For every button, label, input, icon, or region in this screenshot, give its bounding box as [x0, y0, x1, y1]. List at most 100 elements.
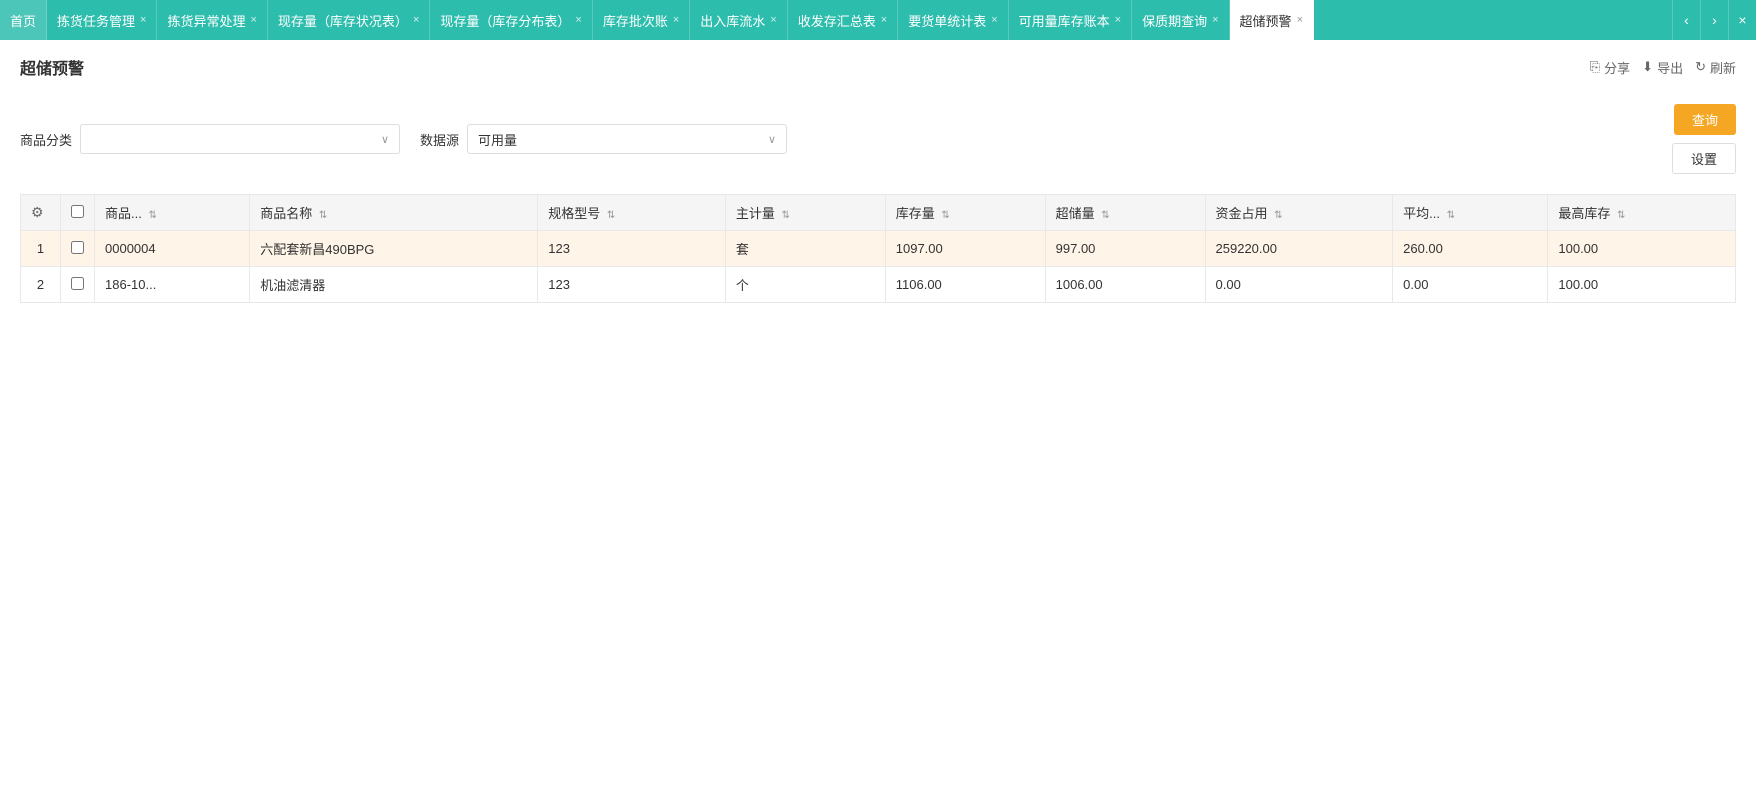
header-product-name[interactable]: 商品名称 ⇅: [250, 195, 538, 231]
avg-value: 0.00: [1393, 267, 1548, 303]
product-code: 0000004: [95, 231, 250, 267]
gear-icon: ⚙: [31, 204, 44, 220]
capital-usage: 259220.00: [1205, 231, 1393, 267]
datasource-select[interactable]: 可用量 ∨: [467, 124, 787, 154]
table-row: 1 0000004 六配套新昌490BPG 123 套 1097.00 997.…: [21, 231, 1736, 267]
nav-stock-dist[interactable]: 现存量（库存分布表） ×: [430, 0, 592, 40]
row-checkbox[interactable]: [71, 277, 84, 290]
stock-qty: 1097.00: [885, 231, 1045, 267]
row-checkbox[interactable]: [71, 241, 84, 254]
nav-available-stock[interactable]: 可用量库存账本 ×: [1009, 0, 1132, 40]
nav-arrows: ‹ › ×: [1672, 0, 1756, 40]
close-icon[interactable]: ×: [413, 14, 419, 26]
close-icon[interactable]: ×: [991, 14, 997, 26]
max-stock: 100.00: [1548, 231, 1736, 267]
capital-usage: 0.00: [1205, 267, 1393, 303]
sort-icon: ⇅: [1447, 210, 1455, 221]
nav-stock-status[interactable]: 现存量（库存状况表） ×: [268, 0, 430, 40]
nav-pick-exception[interactable]: 拣货异常处理 ×: [157, 0, 267, 40]
data-table: ⚙ 商品... ⇅ 商品名称 ⇅ 规格型号 ⇅ 主计量: [20, 194, 1736, 303]
close-icon[interactable]: ×: [250, 14, 256, 26]
table-header-row: ⚙ 商品... ⇅ 商品名称 ⇅ 规格型号 ⇅ 主计量: [21, 195, 1736, 231]
product-unit: 个: [725, 267, 885, 303]
close-icon[interactable]: ×: [1297, 14, 1303, 26]
query-button[interactable]: 查询: [1674, 104, 1736, 135]
category-select[interactable]: ∨: [80, 124, 400, 154]
sort-icon: ⇅: [148, 210, 156, 221]
share-icon: ⎘: [1590, 59, 1600, 75]
product-code: 186-10...: [95, 267, 250, 303]
close-icon[interactable]: ×: [140, 14, 146, 26]
nav-overstock-warning[interactable]: 超储预警 ×: [1230, 0, 1314, 40]
nav-quality-period[interactable]: 保质期查询 ×: [1132, 0, 1229, 40]
product-name: 六配套新昌490BPG: [250, 231, 538, 267]
row-checkbox-cell[interactable]: [61, 267, 95, 303]
header-overstock[interactable]: 超储量 ⇅: [1045, 195, 1205, 231]
settings-button[interactable]: 设置: [1672, 143, 1736, 174]
table-row: 2 186-10... 机油滤清器 123 个 1106.00 1006.00 …: [21, 267, 1736, 303]
product-unit: 套: [725, 231, 885, 267]
category-filter: 商品分类 ∨: [20, 124, 400, 154]
select-all-checkbox[interactable]: [71, 205, 84, 218]
page-actions: ⎘ 分享 ⬇ 导出 ↻ 刷新: [1590, 58, 1736, 77]
filter-bar: 商品分类 ∨ 数据源 可用量 ∨ 查询 设置: [20, 94, 1736, 184]
chevron-down-icon: ∨: [381, 133, 389, 146]
datasource-filter: 数据源 可用量 ∨: [420, 124, 787, 154]
overstock-qty: 997.00: [1045, 231, 1205, 267]
close-icon[interactable]: ×: [1212, 14, 1218, 26]
nav-order-stat[interactable]: 要货单统计表 ×: [898, 0, 1008, 40]
header-gear[interactable]: ⚙: [21, 195, 61, 231]
page-content: 超储预警 ⎘ 分享 ⬇ 导出 ↻ 刷新 商品分类 ∨ 数据源: [0, 40, 1756, 800]
refresh-icon: ↻: [1695, 59, 1706, 75]
nav-home[interactable]: 首页: [0, 0, 47, 40]
product-spec: 123: [538, 267, 726, 303]
sort-icon: ⇅: [319, 210, 327, 221]
avg-value: 260.00: [1393, 231, 1548, 267]
page-title: 超储预警: [20, 55, 84, 79]
nav-prev-button[interactable]: ‹: [1672, 0, 1700, 40]
product-name: 机油滤清器: [250, 267, 538, 303]
datasource-label: 数据源: [420, 130, 459, 149]
header-capital[interactable]: 资金占用 ⇅: [1205, 195, 1393, 231]
header-stock[interactable]: 库存量 ⇅: [885, 195, 1045, 231]
header-avg[interactable]: 平均... ⇅: [1393, 195, 1548, 231]
close-icon[interactable]: ×: [575, 14, 581, 26]
overstock-qty: 1006.00: [1045, 267, 1205, 303]
top-navigation: 首页 拣货任务管理 × 拣货异常处理 × 现存量（库存状况表） × 现存量（库存…: [0, 0, 1756, 40]
filter-buttons: 查询 设置: [1672, 104, 1736, 174]
sort-icon: ⇅: [1617, 210, 1625, 221]
export-button[interactable]: ⬇ 导出: [1642, 58, 1683, 77]
header-checkbox[interactable]: [61, 195, 95, 231]
max-stock: 100.00: [1548, 267, 1736, 303]
category-label: 商品分类: [20, 130, 72, 149]
nav-inout-flow[interactable]: 出入库流水 ×: [690, 0, 787, 40]
nav-pick-task[interactable]: 拣货任务管理 ×: [47, 0, 157, 40]
export-icon: ⬇: [1642, 59, 1653, 75]
row-index: 1: [21, 231, 61, 267]
close-icon[interactable]: ×: [770, 14, 776, 26]
header-unit[interactable]: 主计量 ⇅: [725, 195, 885, 231]
sort-icon: ⇅: [1101, 210, 1109, 221]
page-header: 超储预警 ⎘ 分享 ⬇ 导出 ↻ 刷新: [20, 55, 1736, 79]
header-spec[interactable]: 规格型号 ⇅: [538, 195, 726, 231]
header-max-stock[interactable]: 最高库存 ⇅: [1548, 195, 1736, 231]
product-spec: 123: [538, 231, 726, 267]
close-icon[interactable]: ×: [881, 14, 887, 26]
sort-icon: ⇅: [782, 210, 790, 221]
chevron-down-icon: ∨: [768, 133, 776, 146]
nav-recv-send[interactable]: 收发存汇总表 ×: [788, 0, 898, 40]
close-icon[interactable]: ×: [673, 14, 679, 26]
row-checkbox-cell[interactable]: [61, 231, 95, 267]
header-product-code[interactable]: 商品... ⇅: [95, 195, 250, 231]
nav-stock-batch[interactable]: 库存批次账 ×: [593, 0, 690, 40]
row-index: 2: [21, 267, 61, 303]
sort-icon: ⇅: [607, 210, 615, 221]
sort-icon: ⇅: [1274, 210, 1282, 221]
sort-icon: ⇅: [941, 210, 949, 221]
refresh-button[interactable]: ↻ 刷新: [1695, 58, 1736, 77]
nav-next-button[interactable]: ›: [1700, 0, 1728, 40]
close-icon[interactable]: ×: [1115, 14, 1121, 26]
stock-qty: 1106.00: [885, 267, 1045, 303]
share-button[interactable]: ⎘ 分享: [1590, 58, 1630, 77]
nav-close-button[interactable]: ×: [1728, 0, 1756, 40]
